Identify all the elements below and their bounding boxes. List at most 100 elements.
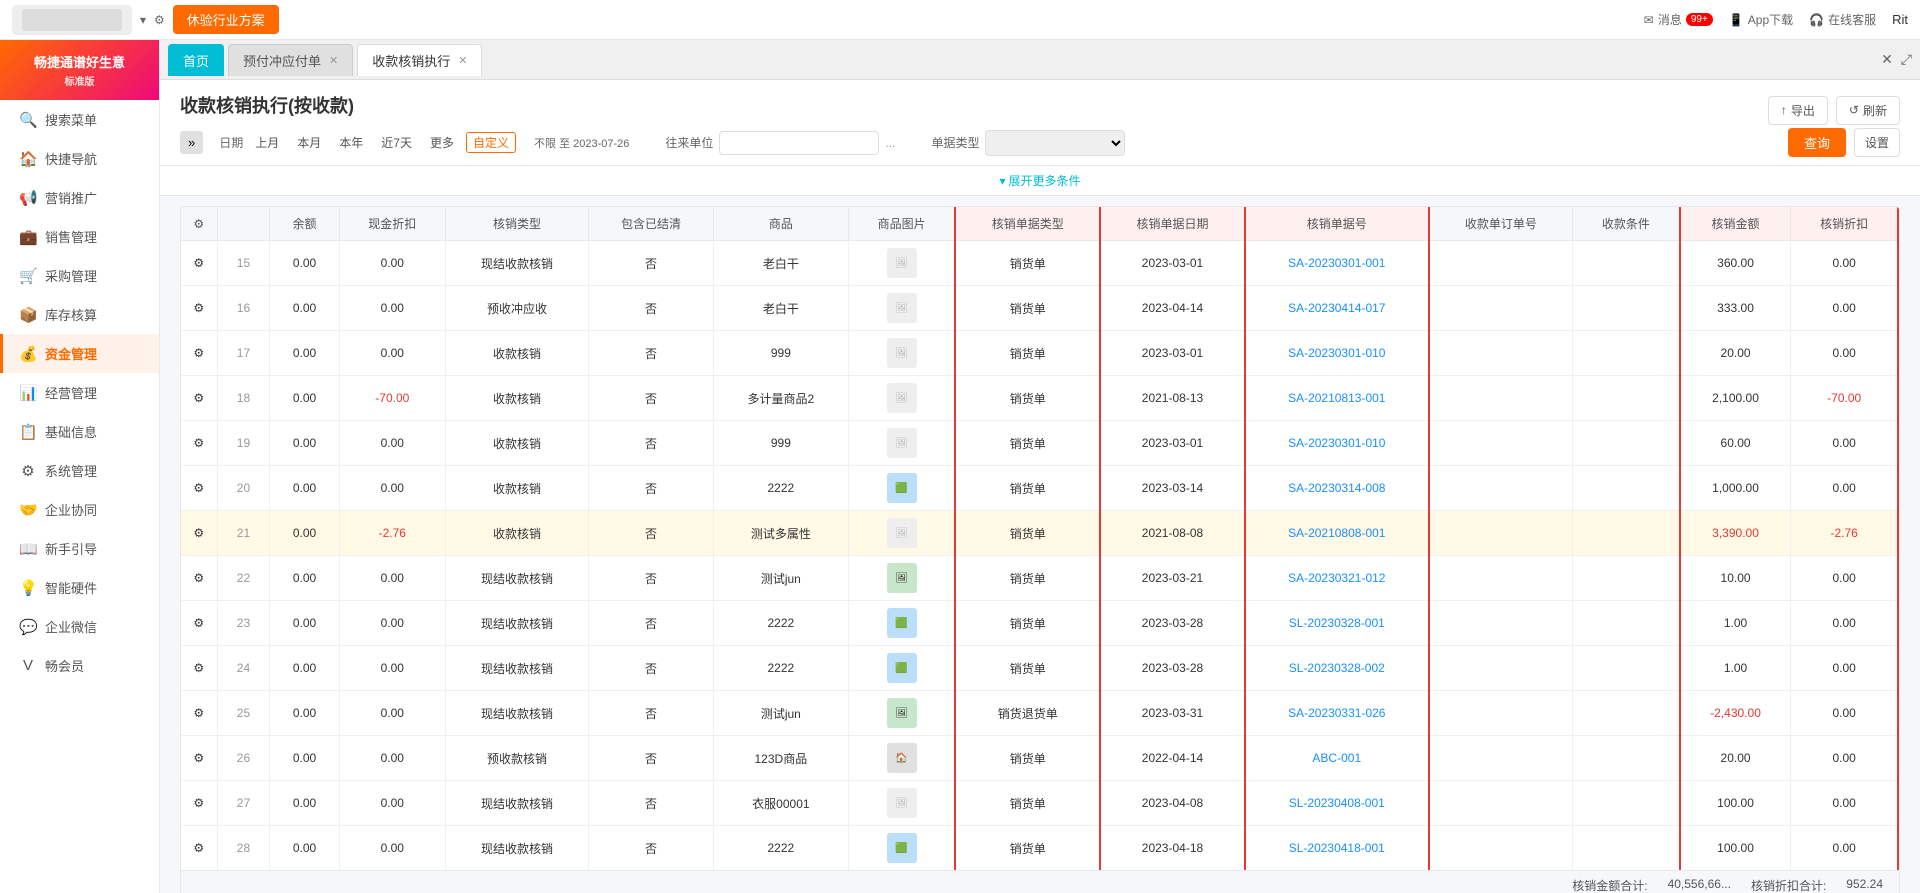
verify-no-link[interactable]: SA-20230301-010 [1288,436,1385,450]
cell-settings[interactable]: ⚙ [181,646,217,691]
tab-prepay-close[interactable]: ✕ [329,54,338,67]
export-btn[interactable]: ↑ 导出 [1768,96,1828,125]
cell-settings[interactable]: ⚙ [181,601,217,646]
tab-receipt[interactable]: 收款核销执行 ✕ [357,44,482,76]
date-tab-7days[interactable]: 近7天 [375,132,418,153]
cell-verify-date: 2022-04-14 [1100,736,1245,781]
sidebar-item-basic[interactable]: 📋 基础信息 [0,412,159,451]
sidebar-item-purchase[interactable]: 🛒 采购管理 [0,256,159,295]
verify-no-link[interactable]: ABC-001 [1312,751,1361,765]
cell-verify-no[interactable]: SL-20230328-001 [1245,601,1429,646]
date-tab-this-year[interactable]: 本年 [333,132,369,153]
verify-no-link[interactable]: SA-20210813-001 [1288,391,1385,405]
cell-verify-no[interactable]: SA-20230414-017 [1245,286,1429,331]
cell-settings[interactable]: ⚙ [181,736,217,781]
cell-verify-no[interactable]: ABC-001 [1245,736,1429,781]
cell-verify-no[interactable]: SA-20210813-001 [1245,376,1429,421]
cell-verify-no[interactable]: SA-20230321-012 [1245,556,1429,601]
cell-verify-no[interactable]: SA-20230301-010 [1245,421,1429,466]
date-custom-btn[interactable]: 自定义 [466,132,516,153]
dropdown-btn[interactable]: ▾ [140,13,146,27]
cell-verify-no[interactable]: SA-20230301-010 [1245,331,1429,376]
cell-verify-date: 2023-03-01 [1100,331,1245,376]
cell-verify-type: 收款核销 [445,376,588,421]
date-tab-this-month[interactable]: 本月 [291,132,327,153]
tab-prepay-label: 预付冲应付单 [243,51,321,70]
gear-btn[interactable]: ⚙ [154,13,165,27]
cell-settings[interactable]: ⚙ [181,376,217,421]
sidebar-item-search[interactable]: 🔍 搜索菜单 [0,100,159,139]
sidebar-item-finance[interactable]: 💰 资金管理 [0,334,159,373]
verify-no-link[interactable]: SA-20230301-001 [1288,256,1385,270]
cell-settings[interactable]: ⚙ [181,511,217,556]
cell-settings[interactable]: ⚙ [181,241,217,286]
tab-close-all-btn[interactable]: ✕ [1881,51,1893,68]
cell-verify-no[interactable]: SA-20230314-008 [1245,466,1429,511]
cell-verify-no[interactable]: SA-20210808-001 [1245,511,1429,556]
page-header: 收款核销执行(按收款) ↑ 导出 ↺ 刷新 » [160,80,1920,166]
cell-verify-no[interactable]: SA-20230301-001 [1245,241,1429,286]
verify-no-link[interactable]: SA-20230301-010 [1288,346,1385,360]
sidebar-item-vip[interactable]: V 畅会员 [0,646,159,685]
cell-verify-no[interactable]: SL-20230328-002 [1245,646,1429,691]
service-btn[interactable]: 🎧 在线客服 [1809,11,1876,28]
cell-verify-no[interactable]: SL-20230418-001 [1245,826,1429,871]
sidebar-item-marketing[interactable]: 📢 营销推广 [0,178,159,217]
solution-btn[interactable]: 休验行业方案 [173,5,279,34]
cell-settings[interactable]: ⚙ [181,556,217,601]
verify-no-link[interactable]: SL-20230408-001 [1289,796,1385,810]
refresh-btn[interactable]: ↺ 刷新 [1836,96,1900,125]
cell-settings[interactable]: ⚙ [181,466,217,511]
chevron-down-icon: ▾ [999,174,1005,188]
verify-no-link[interactable]: SL-20230328-001 [1289,616,1385,630]
cell-verify-no[interactable]: SA-20230331-026 [1245,691,1429,736]
cell-receipt-order-no [1429,511,1573,556]
sidebar-item-collab[interactable]: 🤝 企业协同 [0,490,159,529]
sidebar-item-system[interactable]: ⚙ 系统管理 [0,451,159,490]
sidebar-item-business[interactable]: 📊 经营管理 [0,373,159,412]
verify-no-link[interactable]: SA-20230314-008 [1288,481,1385,495]
cell-verify-type: 现结收款核销 [445,826,588,871]
tab-restore-btn[interactable]: ⤢ [1901,51,1912,68]
partner-input[interactable] [719,131,879,155]
cell-settings[interactable]: ⚙ [181,421,217,466]
sidebar-item-nav[interactable]: 🏠 快捷导航 [0,139,159,178]
cell-balance: 0.00 [270,736,339,781]
sidebar-item-guide[interactable]: 📖 新手引导 [0,529,159,568]
gear-icon: ⚙ [19,462,37,480]
cell-verify-amount: 60.00 [1680,421,1791,466]
verify-no-link[interactable]: SA-20230414-017 [1288,301,1385,315]
query-btn[interactable]: 查询 [1788,128,1846,157]
settings-btn[interactable]: 设置 [1854,128,1900,157]
cell-seq: 16 [217,286,270,331]
cell-settings[interactable]: ⚙ [181,331,217,376]
sidebar-item-sales[interactable]: 💼 销售管理 [0,217,159,256]
cell-settings[interactable]: ⚙ [181,286,217,331]
col-header-settings[interactable]: ⚙ [181,207,217,241]
verify-no-link[interactable]: SL-20230418-001 [1289,841,1385,855]
date-tab-more[interactable]: 更多 [424,132,460,153]
message-btn[interactable]: ✉ 消息 99+ [1644,11,1713,28]
tab-prepay[interactable]: 预付冲应付单 ✕ [228,44,353,76]
cell-settings[interactable]: ⚙ [181,691,217,736]
expand-conditions-btn[interactable]: ▾ 展开更多条件 [999,172,1080,189]
filter-expand-arrow-btn[interactable]: » [180,131,203,154]
cell-receipt-order-no [1429,826,1573,871]
table-row: ⚙ 16 0.00 0.00 预收冲应收 否 老白干 🖼 销货单 2023-04… [181,286,1898,331]
app-download-btn[interactable]: 📱 App下载 [1729,11,1793,28]
verify-no-link[interactable]: SA-20230331-026 [1288,706,1385,720]
cell-settings[interactable]: ⚙ [181,781,217,826]
cell-settings[interactable]: ⚙ [181,826,217,871]
tab-receipt-close[interactable]: ✕ [458,54,467,67]
sidebar-item-wechat[interactable]: 💬 企业微信 [0,607,159,646]
sidebar-item-inventory[interactable]: 📦 库存核算 [0,295,159,334]
tab-home[interactable]: 首页 [168,44,224,76]
date-tab-prev-month[interactable]: 上月 [249,132,285,153]
verify-no-link[interactable]: SA-20210808-001 [1288,526,1385,540]
verify-no-link[interactable]: SA-20230321-012 [1288,571,1385,585]
bill-type-select[interactable] [985,130,1125,156]
table-row: ⚙ 19 0.00 0.00 收款核销 否 999 🖼 销货单 2023-03-… [181,421,1898,466]
sidebar-item-hardware[interactable]: 💡 智能硬件 [0,568,159,607]
verify-no-link[interactable]: SL-20230328-002 [1289,661,1385,675]
cell-verify-no[interactable]: SL-20230408-001 [1245,781,1429,826]
